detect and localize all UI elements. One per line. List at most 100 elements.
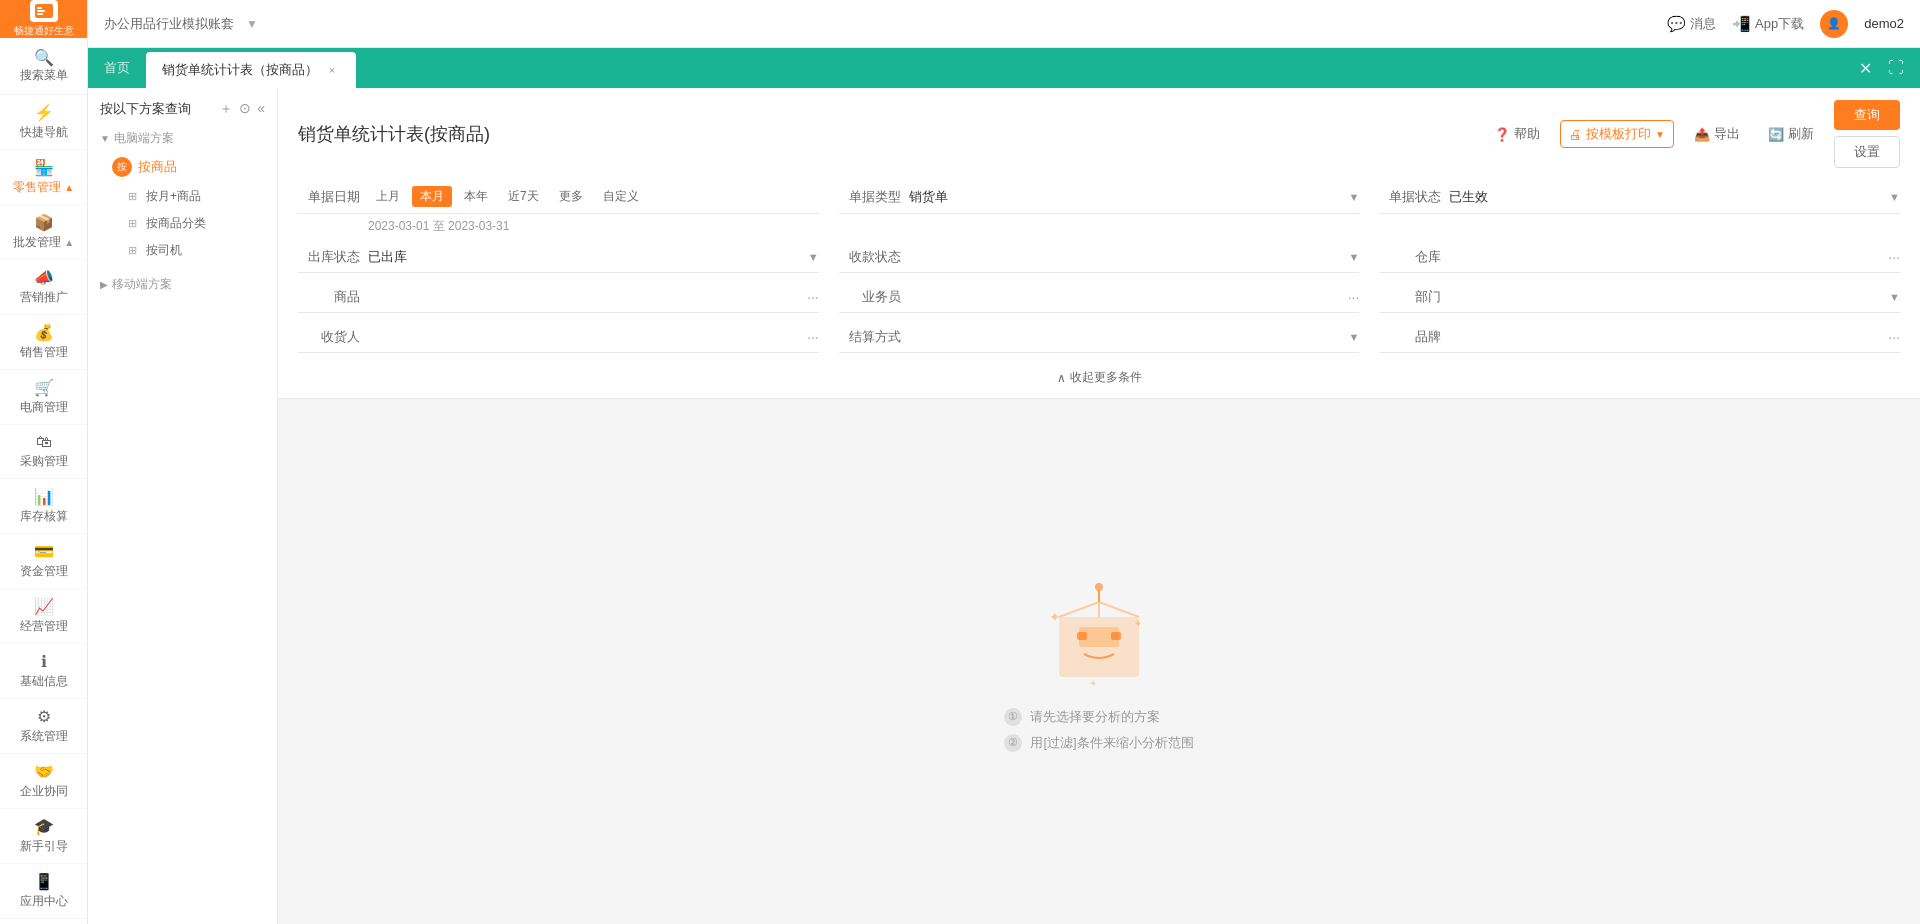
receiver-label: 收货人: [298, 328, 368, 346]
collapse-panel-icon[interactable]: «: [257, 100, 265, 118]
right-panel: 销货单统计计表(按商品) ❓ 帮助 🖨 按模板打印 ▼ 📤: [278, 88, 1920, 924]
help-button[interactable]: ❓ 帮助: [1486, 121, 1548, 147]
refresh-button[interactable]: 🔄 刷新: [1760, 121, 1822, 147]
scheme-sub-item-goods-category[interactable]: ⊞ 按商品分类: [88, 210, 277, 237]
goods-dots-icon[interactable]: ···: [807, 289, 819, 305]
out-status-value[interactable]: 已出库 ▼: [368, 248, 819, 266]
filter-row-1: 单据日期 上月 本月 本年 近7天 更多 自定义: [298, 180, 1900, 214]
tab-close-window-icon[interactable]: ✕: [1855, 55, 1876, 82]
doc-type-value[interactable]: 销货单 ▼: [909, 188, 1360, 206]
goods-value[interactable]: ···: [368, 289, 819, 305]
tabbar: 首页 销货单统计计表（按商品） × ✕ ⛶: [88, 48, 1920, 88]
scheme-group-mobile-header[interactable]: ▶ 移动端方案: [88, 272, 277, 297]
messages-button[interactable]: 💬 消息: [1667, 15, 1716, 33]
scheme-sub-item-driver[interactable]: ⊞ 按司机: [88, 237, 277, 264]
filter-doc-type: 单据类型 销货单 ▼: [839, 180, 1360, 214]
app-download-label: App下载: [1755, 15, 1804, 33]
template-print-button[interactable]: 🖨 按模板打印 ▼: [1560, 120, 1674, 148]
settings-button[interactable]: 设置: [1834, 136, 1900, 168]
warehouse-dots-icon[interactable]: ···: [1888, 249, 1900, 265]
date-btn-custom[interactable]: 自定义: [595, 186, 647, 207]
sidebar-item-guide[interactable]: 🎓 新手引导: [0, 809, 87, 864]
empty-state: ✦ ✦ ✦ ① 请先选择要分析的方案 ② 用[过滤]条件来缩小分析范围: [278, 399, 1920, 924]
doc-type-arrow-icon: ▼: [1348, 191, 1359, 203]
filter-date: 单据日期 上月 本月 本年 近7天 更多 自定义: [298, 180, 819, 214]
brand-dots-icon[interactable]: ···: [1888, 329, 1900, 345]
dept-value[interactable]: ▼: [1449, 291, 1900, 303]
add-scheme-icon[interactable]: ＋: [219, 100, 233, 118]
date-btn-more[interactable]: 更多: [551, 186, 591, 207]
warehouse-value[interactable]: ···: [1449, 249, 1900, 265]
scheme-sub-label-driver: 按司机: [146, 242, 182, 259]
sidebar-item-quicknav[interactable]: ⚡ 快捷导航: [0, 95, 87, 150]
doc-status-text: 已生效: [1449, 188, 1488, 206]
sidebar-item-retail[interactable]: 🏪 零售管理 ▲: [0, 150, 87, 205]
svg-text:✦: ✦: [1089, 678, 1097, 689]
user-name[interactable]: demo2: [1864, 16, 1904, 31]
receiver-value[interactable]: ···: [368, 329, 819, 345]
salesperson-dots-icon[interactable]: ···: [1348, 289, 1360, 305]
settlement-value[interactable]: ▼: [909, 331, 1360, 343]
sub-icon-driver: ⊞: [124, 243, 140, 259]
date-btn-this-year[interactable]: 本年: [456, 186, 496, 207]
collapse-row: ∧ 收起更多条件: [298, 361, 1900, 398]
sidebar-item-basic[interactable]: ℹ 基础信息: [0, 644, 87, 699]
query-button[interactable]: 查询: [1834, 100, 1900, 130]
filter-collect-status: 收款状态 ▼: [839, 241, 1360, 273]
scheme-sub-item-month-goods[interactable]: ⊞ 按月+商品: [88, 183, 277, 210]
collapse-more-button[interactable]: ∧ 收起更多条件: [1057, 369, 1142, 386]
app-logo[interactable]: 畅捷通好生意: [0, 0, 87, 38]
export-button[interactable]: 📤 导出: [1686, 121, 1748, 147]
dept-arrow-icon: ▼: [1889, 291, 1900, 303]
doc-type-label: 单据类型: [839, 188, 909, 206]
settlement-arrow-icon: ▼: [1348, 331, 1359, 343]
print-arrow-icon: ▼: [1655, 129, 1665, 140]
search-menu-item[interactable]: 🔍 搜索菜单: [0, 38, 87, 95]
collect-status-value[interactable]: ▼: [909, 251, 1360, 263]
query-btn-group: 查询 设置: [1834, 100, 1900, 168]
sidebar-item-wholesale[interactable]: 📦 批发管理 ▲: [0, 205, 87, 260]
scheme-group-pc-header[interactable]: ▼ 电脑端方案: [88, 126, 277, 151]
scheme-item-by-goods[interactable]: 按 按商品: [88, 151, 277, 183]
retail-label: 零售管理: [13, 180, 61, 194]
date-btn-last-month[interactable]: 上月: [368, 186, 408, 207]
app-download-button[interactable]: 📲 App下载: [1732, 15, 1804, 33]
tab-active[interactable]: 销货单统计计表（按商品） ×: [146, 52, 356, 88]
template-print-label: 按模板打印: [1586, 125, 1651, 143]
goods-label: 商品: [298, 288, 368, 306]
tab-home[interactable]: 首页: [88, 48, 146, 88]
tab-close-icon[interactable]: ×: [324, 62, 340, 78]
sidebar-item-system[interactable]: ⚙ 系统管理: [0, 699, 87, 754]
settings-scheme-icon[interactable]: ⊙: [239, 100, 251, 118]
receiver-dots-icon[interactable]: ···: [807, 329, 819, 345]
salesperson-value[interactable]: ···: [909, 289, 1360, 305]
user-avatar[interactable]: 👤: [1820, 10, 1848, 38]
tab-home-label: 首页: [104, 59, 130, 77]
sidebar-item-purchase[interactable]: 🛍 采购管理: [0, 425, 87, 479]
tab-maximize-icon[interactable]: ⛶: [1884, 55, 1908, 81]
sidebar-item-ecommerce[interactable]: 🛒 电商管理: [0, 370, 87, 425]
sidebar-item-wechat[interactable]: 💬 企业微信: [0, 919, 87, 924]
sidebar-item-enterprise[interactable]: 🤝 企业协同: [0, 754, 87, 809]
doc-type-text: 销货单: [909, 188, 948, 206]
sidebar-item-appstore[interactable]: 📱 应用中心: [0, 864, 87, 919]
brand-value[interactable]: ···: [1449, 329, 1900, 345]
topbar-actions: 💬 消息 📲 App下载 👤 demo2: [1667, 10, 1904, 38]
pc-group-arrow: ▼: [100, 133, 110, 144]
scheme-group-pc: ▼ 电脑端方案 按 按商品 ⊞ 按月+商品 ⊞ 按商品分类 ⊞ 按司机: [88, 126, 277, 272]
doc-status-value[interactable]: 已生效 ▼: [1449, 188, 1900, 206]
basic-icon: ℹ: [4, 652, 83, 671]
date-btn-7days[interactable]: 近7天: [500, 186, 547, 207]
sales-label: 销售管理: [20, 345, 68, 359]
sidebar-item-sales[interactable]: 💰 销售管理: [0, 315, 87, 370]
tabbar-right: ✕ ⛶: [1843, 48, 1920, 88]
sidebar-item-operations[interactable]: 📈 经营管理: [0, 589, 87, 644]
sidebar-item-inventory[interactable]: 📊 库存核算: [0, 479, 87, 534]
svg-rect-1: [37, 7, 42, 9]
warehouse-label: 仓库: [1379, 248, 1449, 266]
sidebar-item-finance[interactable]: 💳 资金管理: [0, 534, 87, 589]
date-btn-this-month[interactable]: 本月: [412, 186, 452, 207]
tab-active-label: 销货单统计计表（按商品）: [162, 61, 318, 79]
pc-group-label: 电脑端方案: [114, 130, 174, 147]
sidebar-item-marketing[interactable]: 📣 营销推广: [0, 260, 87, 315]
